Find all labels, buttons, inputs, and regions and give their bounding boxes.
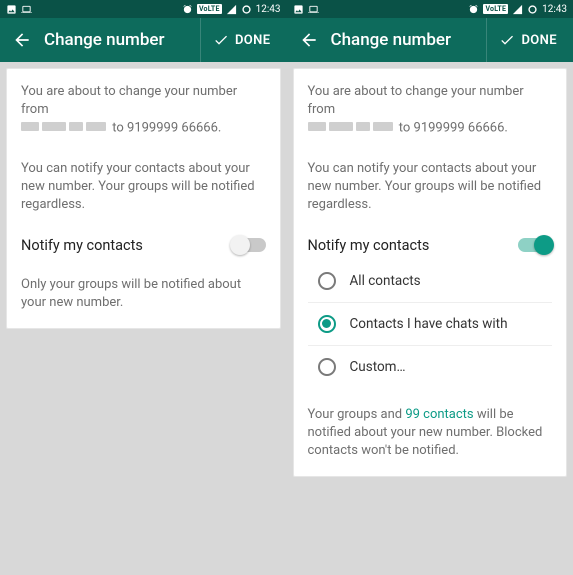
option-all-contacts[interactable]: All contacts: [308, 260, 553, 303]
radio-icon: [318, 315, 336, 333]
laptop-icon: [308, 4, 319, 15]
radio-icon: [318, 272, 336, 290]
arrow-back-icon: [12, 30, 32, 50]
option-chats-contacts[interactable]: Contacts I have chats with: [308, 303, 553, 346]
image-icon: [293, 4, 304, 15]
old-number-blurred: [308, 119, 396, 137]
notify-toggle-row[interactable]: Notify my contacts: [308, 237, 553, 254]
clock-time: 12:43: [256, 4, 281, 15]
notify-toggle[interactable]: [232, 238, 266, 252]
contact-count: 99 contacts: [405, 407, 473, 422]
arrow-back-icon: [299, 30, 319, 50]
content-area: You are about to change your number from…: [287, 62, 573, 483]
alarm-icon: [468, 4, 479, 15]
screen-right: VoLTE 12:43 Change number DONE You are a…: [287, 0, 573, 575]
footer-note: Only your groups will be notified about …: [21, 276, 266, 312]
circle-icon: [241, 4, 252, 15]
image-icon: [6, 4, 17, 15]
notify-toggle[interactable]: [518, 238, 552, 252]
page-title: Change number: [44, 30, 165, 50]
clock-time: 12:43: [542, 4, 567, 15]
content-area: You are about to change your number from…: [0, 62, 287, 335]
page-title: Change number: [331, 30, 452, 50]
back-button[interactable]: [291, 22, 327, 58]
notify-info: You can notify your contacts about your …: [308, 160, 553, 215]
radio-icon: [318, 358, 336, 376]
notify-info: You can notify your contacts about your …: [21, 160, 266, 215]
status-bar: VoLTE 12:43: [287, 0, 573, 18]
footer-note: Your groups and 99 contacts will be noti…: [308, 406, 553, 461]
done-label: DONE: [235, 33, 271, 48]
intro-text: You are about to change your number from…: [308, 83, 553, 138]
notify-toggle-row[interactable]: Notify my contacts: [21, 237, 266, 254]
notify-label: Notify my contacts: [308, 237, 519, 254]
change-number-card: You are about to change your number from…: [6, 68, 281, 329]
volte-badge: VoLTE: [197, 4, 222, 14]
signal-icon: [512, 4, 523, 15]
done-button[interactable]: DONE: [200, 18, 283, 62]
done-label: DONE: [521, 33, 557, 48]
old-number-blurred: [21, 119, 109, 137]
option-custom[interactable]: Custom…: [308, 346, 553, 388]
app-bar: Change number DONE: [287, 18, 573, 62]
circle-icon: [527, 4, 538, 15]
signal-icon: [226, 4, 237, 15]
volte-badge: VoLTE: [483, 4, 508, 14]
check-icon: [213, 32, 229, 48]
done-button[interactable]: DONE: [486, 18, 569, 62]
status-bar: VoLTE 12:43: [0, 0, 287, 18]
back-button[interactable]: [4, 22, 40, 58]
app-bar: Change number DONE: [0, 18, 287, 62]
alarm-icon: [182, 4, 193, 15]
screen-left: VoLTE 12:43 Change number DONE You are a…: [0, 0, 287, 575]
intro-text: You are about to change your number from…: [21, 83, 266, 138]
change-number-card: You are about to change your number from…: [293, 68, 568, 477]
laptop-icon: [21, 4, 32, 15]
notify-options: All contacts Contacts I have chats with …: [308, 260, 553, 388]
notify-label: Notify my contacts: [21, 237, 232, 254]
check-icon: [499, 32, 515, 48]
